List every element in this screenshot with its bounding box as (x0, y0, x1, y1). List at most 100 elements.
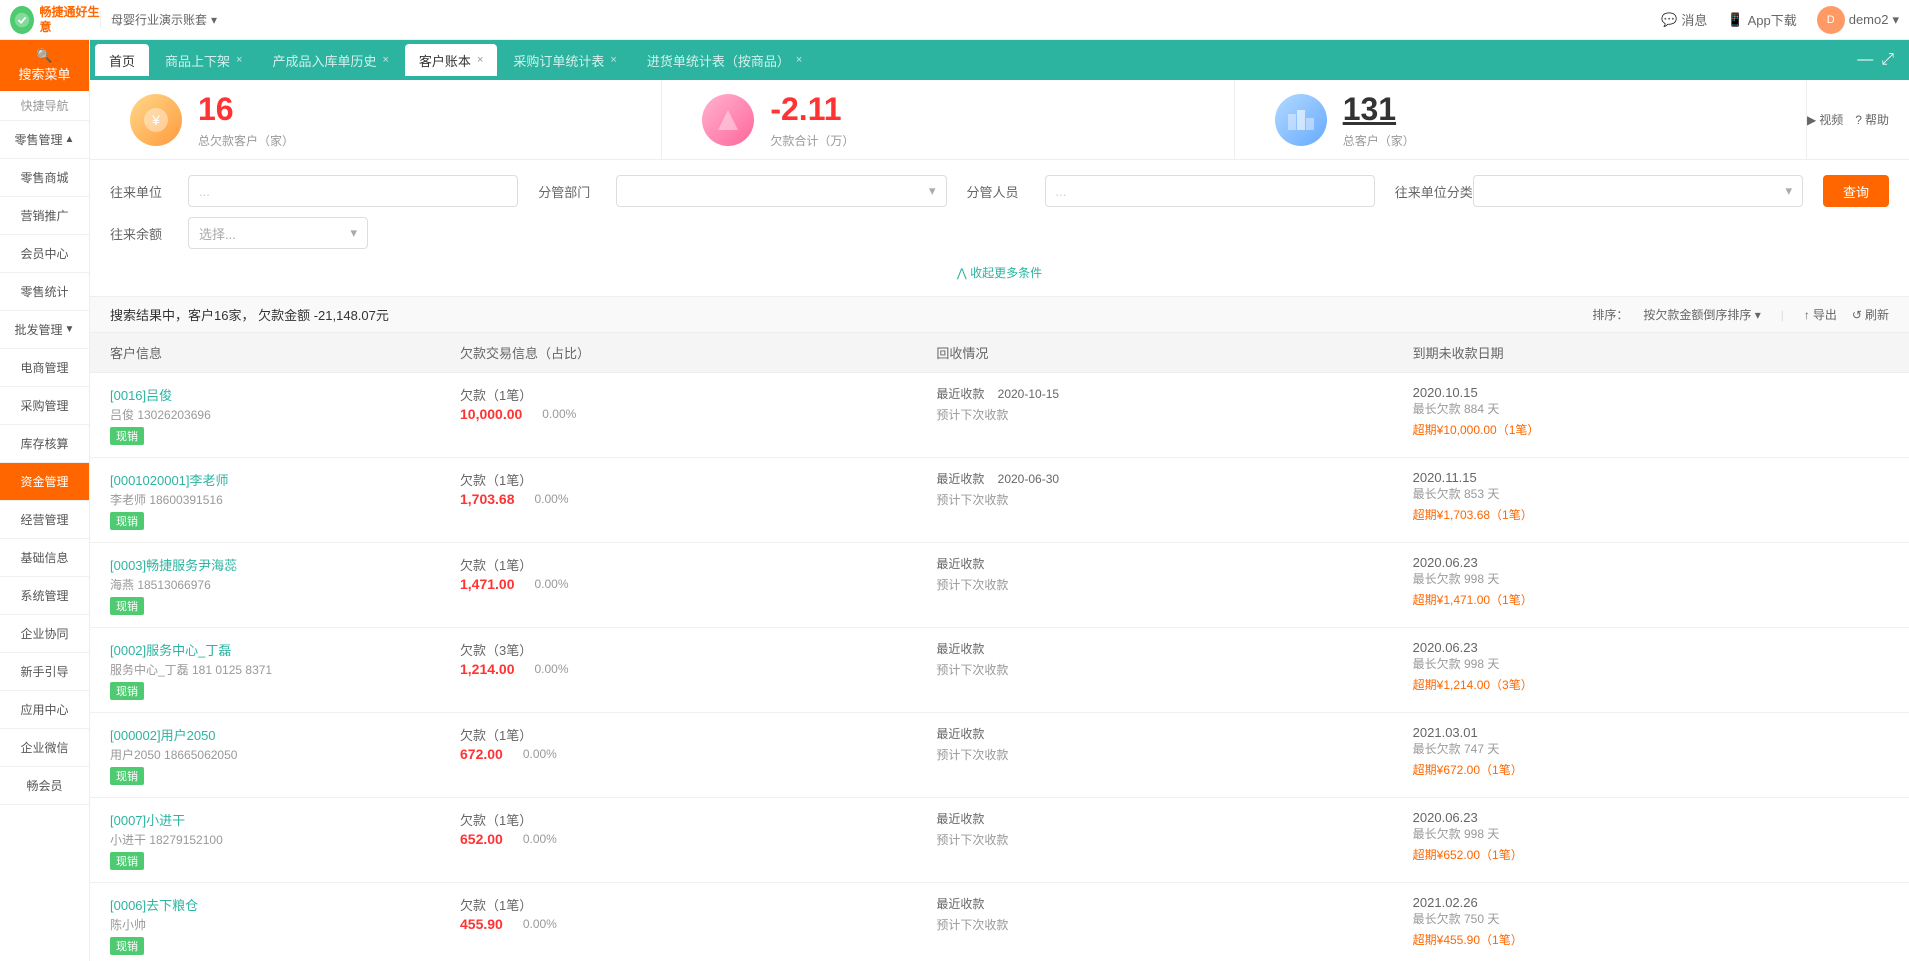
help-button[interactable]: ? 帮助 (1855, 111, 1889, 128)
overdue-amount[interactable]: 超期¥10,000.00（1笔） (1413, 421, 1889, 438)
overdue-amount[interactable]: 超期¥672.00（1笔） (1413, 761, 1889, 778)
collection-info: 最近收款 2020-06-30 预计下次收款 (936, 470, 1412, 508)
stat-card-total-customers: 131 总客户（家） (1235, 80, 1807, 159)
collection-info: 最近收款 预计下次收款 (936, 640, 1412, 678)
refresh-button[interactable]: ↺ 刷新 (1852, 306, 1889, 323)
overdue-amount[interactable]: 超期¥1,214.00（3笔） (1413, 676, 1889, 693)
sidebar-item-operations[interactable]: 经营管理 (0, 501, 89, 539)
department-select[interactable]: ▾ (616, 175, 946, 207)
industry-selector[interactable]: 母婴行业演示账套 ▾ (100, 11, 260, 28)
sidebar-item-app-center[interactable]: 应用中心 (0, 691, 89, 729)
customer-name[interactable]: [0006]去下粮仓 (110, 895, 460, 914)
due-date: 2021.02.26 (1413, 895, 1889, 910)
table-row: [0003]畅捷服务尹海蕊 海燕 18513066976 现销 欠款（1笔） 1… (90, 543, 1909, 628)
export-icon: ↑ (1804, 308, 1810, 322)
sidebar-search[interactable]: 🔍 搜索菜单 (0, 40, 89, 91)
sort-select[interactable]: 按欠款金额倒序排序 ▾ (1643, 306, 1760, 323)
tab-products[interactable]: 商品上下架 × (151, 44, 256, 76)
debt-amount: 1,471.00 (460, 576, 515, 592)
top-bar: 畅捷通好生意 母婴行业演示账套 ▾ 💬 消息 📱 App下载 D demo2 ▾ (0, 0, 1909, 40)
tab-close-purchase-order[interactable]: × (610, 54, 616, 66)
customer-name[interactable]: [0003]畅捷服务尹海蕊 (110, 555, 460, 574)
tab-customer-account-label: 客户账本 (419, 51, 471, 70)
search-button[interactable]: 查询 (1823, 175, 1889, 207)
customer-name[interactable]: [0007]小进干 (110, 810, 460, 829)
tab-production[interactable]: 产成品入库单历史 × (258, 44, 402, 76)
video-button[interactable]: ▶ 视频 (1807, 111, 1843, 128)
customer-info: [0007]小进干 小进干 18279152100 现销 (110, 810, 460, 870)
balance-filter: 往来余额 选择... ▾ (110, 217, 1889, 249)
filter-row-2: 往来余额 选择... ▾ (110, 217, 1889, 249)
sidebar-item-retail-mgmt[interactable]: 零售管理 ▲ (0, 121, 89, 159)
tab-close-products[interactable]: × (236, 54, 242, 66)
user-profile[interactable]: D demo2 ▾ (1817, 6, 1899, 34)
tab-customer-account[interactable]: 客户账本 × (405, 44, 497, 76)
collapse-filters-button[interactable]: ⋀ 收起更多条件 (110, 259, 1889, 286)
collapse-icon: ⋀ (957, 266, 970, 280)
source-unit-input[interactable]: ... (188, 175, 518, 207)
source-unit-filter: 往来单位 ... (110, 175, 518, 207)
tab-purchase-order[interactable]: 采购订单统计表 × (499, 44, 630, 76)
tab-stock-stats-label: 进货单统计表（按商品） (647, 51, 790, 70)
sidebar-item-member[interactable]: 会员中心 (0, 235, 89, 273)
sidebar-item-retail-stats[interactable]: 零售统计 (0, 273, 89, 311)
sidebar-item-basic-info[interactable]: 基础信息 (0, 539, 89, 577)
collection-next: 预计下次收款 (936, 831, 1412, 848)
debt-percent: 0.00% (542, 407, 576, 421)
debt-percent: 0.00% (535, 492, 569, 506)
app-download-button[interactable]: 📱 App下载 (1727, 10, 1796, 29)
tab-home[interactable]: 首页 (95, 44, 149, 76)
debt-count: 欠款（1笔） (460, 470, 936, 489)
overdue-amount[interactable]: 超期¥455.90（1笔） (1413, 931, 1889, 948)
sidebar-item-ecommerce[interactable]: 电商管理 (0, 349, 89, 387)
data-table: 客户信息 欠款交易信息（占比） 回收情况 到期未收款日期 [0016]吕俊 吕俊… (90, 333, 1909, 961)
debt-info: 欠款（1笔） 455.90 0.00% (460, 895, 936, 932)
due-date: 2020.11.15 (1413, 470, 1889, 485)
sidebar-item-finance[interactable]: 资金管理 (0, 463, 89, 501)
overdue-days: 最长欠款 998 天 (1413, 570, 1889, 587)
customer-name[interactable]: [0002]服务中心_丁磊 (110, 640, 460, 659)
tab-close-stock-stats[interactable]: × (796, 54, 802, 66)
export-button[interactable]: ↑ 导出 (1804, 306, 1837, 323)
debt-amount-value: -2.11 (770, 91, 854, 128)
debt-percent: 0.00% (523, 747, 557, 761)
customer-name[interactable]: [0001020001]李老师 (110, 470, 460, 489)
message-button[interactable]: 💬 消息 (1661, 10, 1707, 29)
sidebar-item-quick-nav: 快捷导航 (0, 91, 89, 121)
overdue-amount[interactable]: 超期¥1,471.00（1笔） (1413, 591, 1889, 608)
sidebar-item-batch-mgmt[interactable]: 批发管理 ▼ (0, 311, 89, 349)
debt-count: 欠款（1笔） (460, 725, 936, 744)
tab-close-customer-account[interactable]: × (477, 54, 483, 66)
sidebar-item-retail-mall[interactable]: 零售商城 (0, 159, 89, 197)
manager-input[interactable]: ... (1045, 175, 1375, 207)
sidebar-item-system[interactable]: 系统管理 (0, 577, 89, 615)
customer-info: [0003]畅捷服务尹海蕊 海燕 18513066976 现销 (110, 555, 460, 615)
sidebar-item-purchase[interactable]: 采购管理 (0, 387, 89, 425)
minimize-icon[interactable]: — (1857, 51, 1873, 69)
balance-label: 往来余额 (110, 224, 180, 243)
table-header: 客户信息 欠款交易信息（占比） 回收情况 到期未收款日期 (90, 333, 1909, 373)
video-icon: ▶ (1807, 113, 1816, 127)
tab-end-buttons: — ⤢ (1857, 51, 1904, 69)
sidebar-item-enterprise[interactable]: 企业协同 (0, 615, 89, 653)
sidebar-item-new-guide[interactable]: 新手引导 (0, 653, 89, 691)
sidebar-item-inventory[interactable]: 库存核算 (0, 425, 89, 463)
tab-close-production[interactable]: × (382, 54, 388, 66)
sidebar-item-vip[interactable]: 畅会员 (0, 767, 89, 805)
sidebar-item-marketing[interactable]: 营销推广 (0, 197, 89, 235)
manager-label: 分管人员 (967, 182, 1037, 201)
maximize-icon[interactable]: ⤢ (1881, 51, 1894, 69)
sort-label: 排序： (1592, 306, 1628, 323)
balance-select[interactable]: 选择... ▾ (188, 217, 368, 249)
sidebar-item-enterprise-wx[interactable]: 企业微信 (0, 729, 89, 767)
unit-category-select[interactable]: ▾ (1473, 175, 1803, 207)
tab-stock-stats[interactable]: 进货单统计表（按商品） × (633, 44, 816, 76)
customer-name[interactable]: [000002]用户2050 (110, 725, 460, 744)
due-date: 2021.03.01 (1413, 725, 1889, 740)
debt-customers-value: 16 (198, 91, 294, 128)
customer-name[interactable]: [0016]吕俊 (110, 385, 460, 404)
overdue-amount[interactable]: 超期¥652.00（1笔） (1413, 846, 1889, 863)
tab-home-label: 首页 (109, 51, 135, 70)
debt-amount: 652.00 (460, 831, 503, 847)
overdue-amount[interactable]: 超期¥1,703.68（1笔） (1413, 506, 1889, 523)
